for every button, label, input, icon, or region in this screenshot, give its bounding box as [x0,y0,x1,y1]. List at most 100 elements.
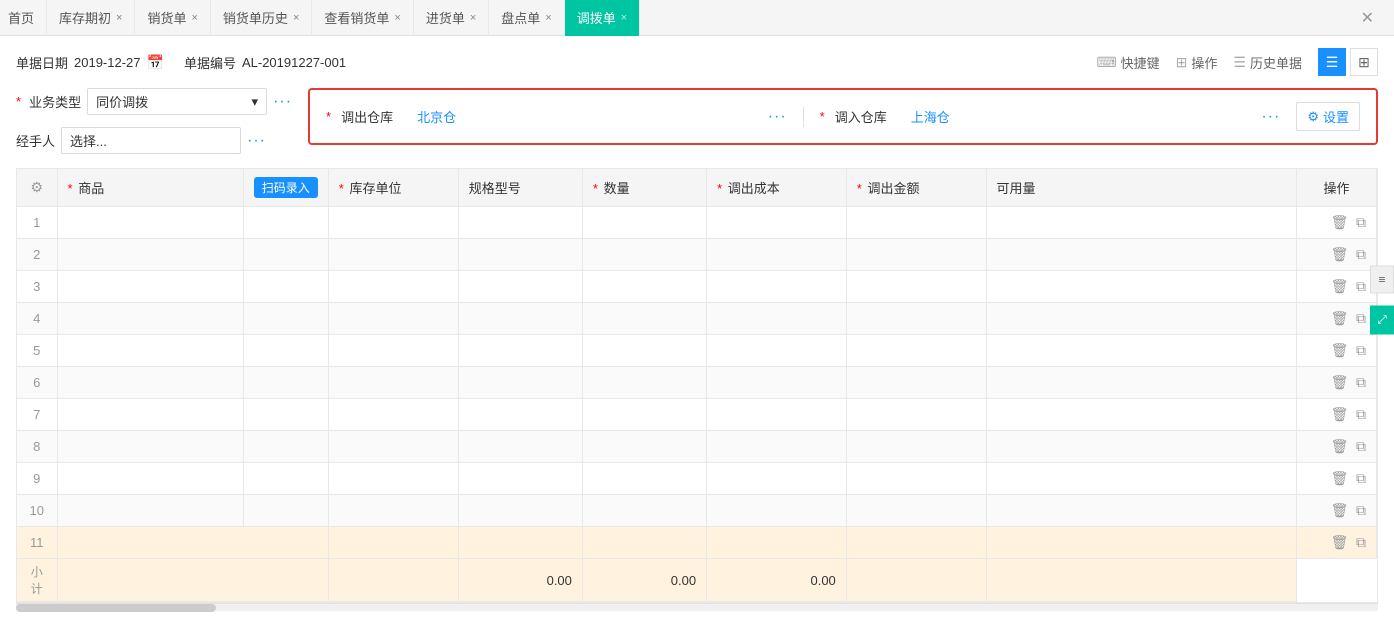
cost-cell-2[interactable] [707,239,847,271]
scroll-thumb[interactable] [16,604,216,612]
tab-inventory-check[interactable]: 盘点单 × [489,0,564,36]
product-cell-7[interactable] [57,399,243,431]
qty-cell-11[interactable] [582,527,706,559]
copy-icon-9[interactable]: ⧉ [1356,470,1366,486]
copy-icon-8[interactable]: ⧉ [1356,438,1366,454]
tab-purchase-close[interactable]: × [470,12,476,24]
qty-cell-4[interactable] [582,303,706,335]
tab-view-sales-close[interactable]: × [394,12,400,24]
close-window-btn[interactable]: ✕ [1349,0,1386,36]
qty-cell-1[interactable] [582,207,706,239]
product-cell-1[interactable] [57,207,243,239]
spec-cell-8[interactable] [458,431,582,463]
delete-icon-1[interactable]: 🗑 [1331,214,1349,230]
shortcuts-btn[interactable]: ⌨ 快捷键 [1096,53,1159,72]
spec-cell-5[interactable] [458,335,582,367]
tab-inventory-init-close[interactable]: × [116,12,122,24]
tab-sales-history[interactable]: 销货单历史 × [211,0,312,36]
qty-cell-3[interactable] [582,271,706,303]
copy-icon-1[interactable]: ⧉ [1356,214,1366,230]
cost-cell-8[interactable] [707,431,847,463]
copy-icon-11[interactable]: ⧉ [1356,534,1366,550]
spec-cell-6[interactable] [458,367,582,399]
unit-cell-2[interactable] [328,239,458,271]
amount-cell-5[interactable] [846,335,986,367]
list-view-btn[interactable]: ☰ [1318,48,1346,76]
unit-cell-7[interactable] [328,399,458,431]
amount-cell-9[interactable] [846,463,986,495]
product-cell-4[interactable] [57,303,243,335]
transfer-in-ellipsis[interactable]: ··· [1261,108,1280,126]
delete-icon-5[interactable]: 🗑 [1331,342,1349,358]
delete-icon-10[interactable]: 🗑 [1331,502,1349,518]
tab-sales-history-close[interactable]: × [293,12,299,24]
delete-icon-2[interactable]: 🗑 [1331,246,1349,262]
amount-cell-7[interactable] [846,399,986,431]
tab-inventory-init[interactable]: 库存期初 × [47,0,135,36]
product-cell-10[interactable] [57,495,243,527]
tab-transfer[interactable]: 调拨单 × [565,0,640,36]
actions-btn[interactable]: ⊞ 操作 [1176,53,1218,72]
business-type-input[interactable]: 同价调拨 ▾ [87,88,267,115]
product-cell-8[interactable] [57,431,243,463]
unit-cell-9[interactable] [328,463,458,495]
tab-sales-order[interactable]: 销货单 × [135,0,210,36]
unit-cell-1[interactable] [328,207,458,239]
transfer-out-value[interactable]: 北京仓 [417,107,456,126]
spec-cell-7[interactable] [458,399,582,431]
spec-cell-9[interactable] [458,463,582,495]
spec-cell-1[interactable] [458,207,582,239]
unit-cell-8[interactable] [328,431,458,463]
tab-transfer-close[interactable]: × [621,12,627,24]
delete-icon-3[interactable]: 🗑 [1331,278,1349,294]
cost-cell-5[interactable] [707,335,847,367]
amount-cell-3[interactable] [846,271,986,303]
horizontal-scrollbar[interactable] [16,603,1378,611]
amount-cell-10[interactable] [846,495,986,527]
scan-entry-btn[interactable]: 扫码录入 [254,177,318,198]
history-btn[interactable]: ☰ 历史单据 [1233,53,1302,72]
spec-cell-11[interactable] [458,527,582,559]
settings-button[interactable]: ⚙ 设置 [1296,102,1360,131]
product-cell-11[interactable] [57,527,328,559]
table-settings-icon[interactable]: ⚙ [30,179,43,195]
copy-icon-10[interactable]: ⧉ [1356,502,1366,518]
delete-icon-8[interactable]: 🗑 [1331,438,1349,454]
spec-cell-3[interactable] [458,271,582,303]
amount-cell-8[interactable] [846,431,986,463]
product-cell-2[interactable] [57,239,243,271]
grid-view-btn[interactable]: ⊞ [1350,48,1378,76]
tab-purchase[interactable]: 进货单 × [414,0,489,36]
delete-icon-7[interactable]: 🗑 [1331,406,1349,422]
qty-cell-2[interactable] [582,239,706,271]
date-value[interactable]: 2019-12-27 [74,55,141,70]
side-list-btn[interactable]: ≡ [1370,266,1394,294]
qty-cell-10[interactable] [582,495,706,527]
transfer-in-value[interactable]: 上海仓 [911,107,950,126]
delete-icon-4[interactable]: 🗑 [1331,310,1349,326]
delete-icon-6[interactable]: 🗑 [1331,374,1349,390]
amount-cell-1[interactable] [846,207,986,239]
side-expand-btn[interactable]: ⤢ [1370,306,1394,335]
amount-cell-6[interactable] [846,367,986,399]
copy-icon-3[interactable]: ⧉ [1356,278,1366,294]
qty-cell-9[interactable] [582,463,706,495]
amount-cell-2[interactable] [846,239,986,271]
copy-icon-2[interactable]: ⧉ [1356,246,1366,262]
cost-cell-6[interactable] [707,367,847,399]
qty-cell-7[interactable] [582,399,706,431]
product-cell-6[interactable] [57,367,243,399]
unit-cell-5[interactable] [328,335,458,367]
qty-cell-5[interactable] [582,335,706,367]
spec-cell-10[interactable] [458,495,582,527]
copy-icon-6[interactable]: ⧉ [1356,374,1366,390]
business-type-ellipsis[interactable]: ··· [273,93,292,111]
delete-icon-9[interactable]: 🗑 [1331,470,1349,486]
copy-icon-5[interactable]: ⧉ [1356,342,1366,358]
cost-cell-10[interactable] [707,495,847,527]
delete-icon-11[interactable]: 🗑 [1331,534,1349,550]
tab-sales-order-close[interactable]: × [191,12,197,24]
unit-cell-4[interactable] [328,303,458,335]
transfer-out-ellipsis[interactable]: ··· [768,108,787,126]
unit-cell-10[interactable] [328,495,458,527]
